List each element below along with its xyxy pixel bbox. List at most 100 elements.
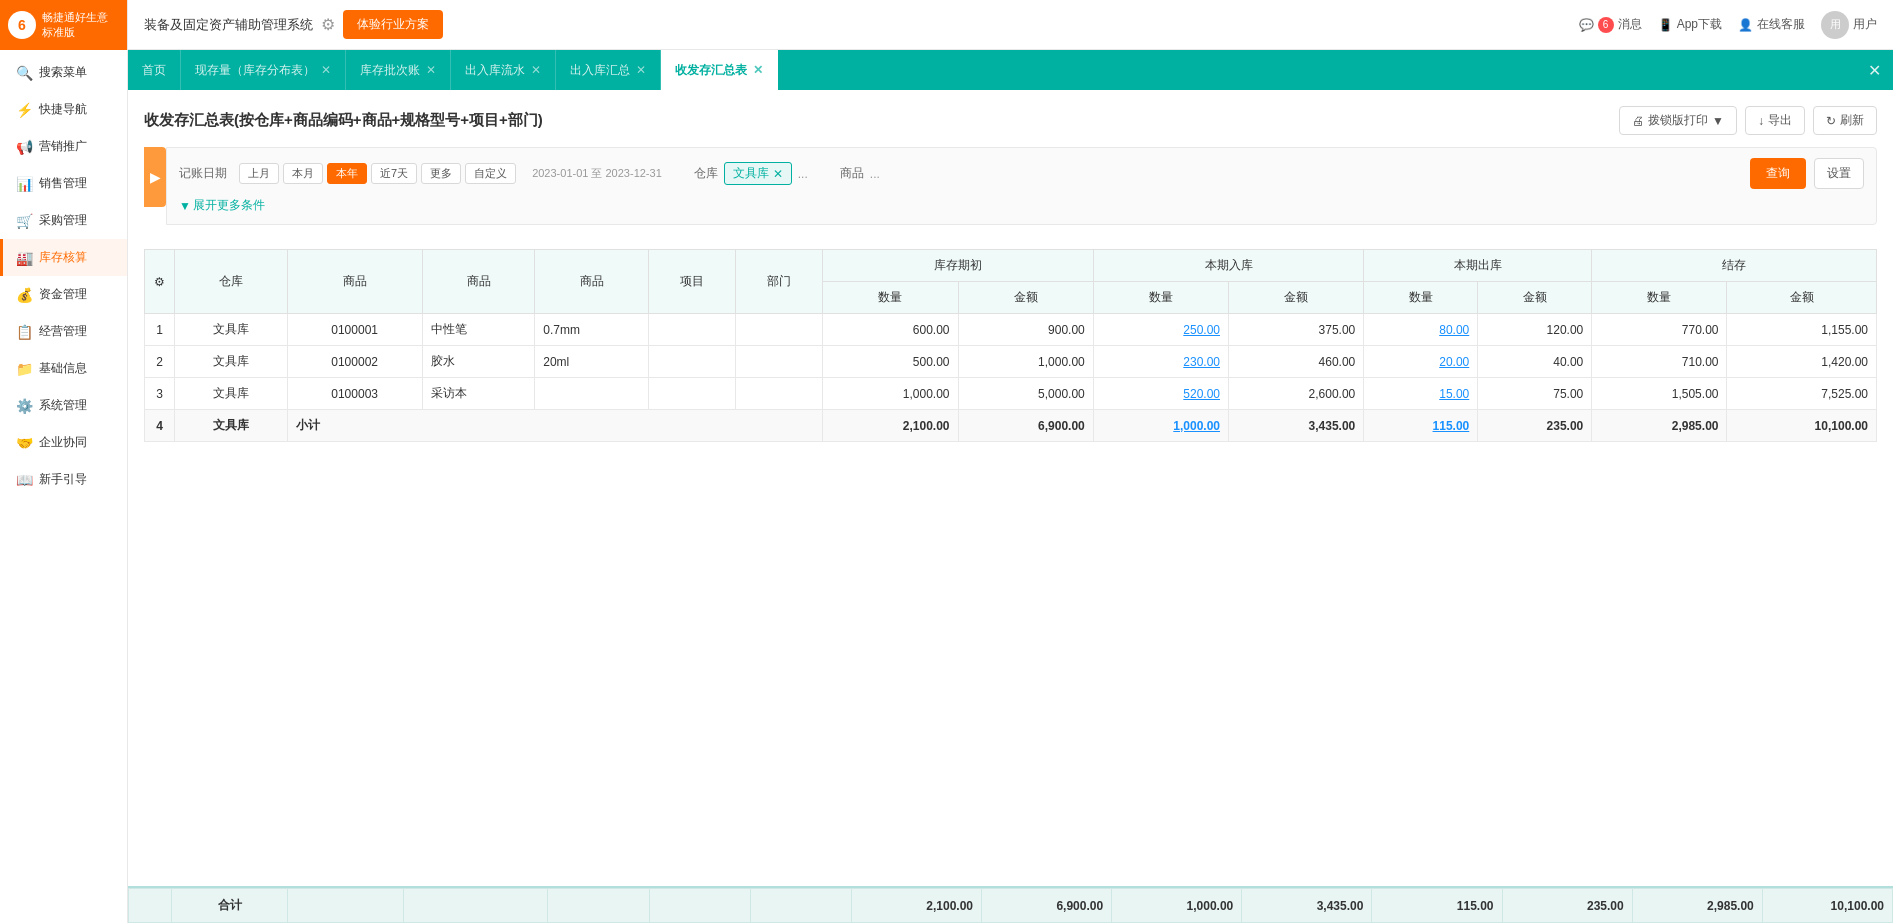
page-header: 收发存汇总表(按仓库+商品编码+商品+规格型号+项目+部门) 🖨 拨锁版打印 ▼… bbox=[144, 106, 1877, 135]
date-btn-更多[interactable]: 更多 bbox=[421, 163, 461, 184]
sidebar-item-inventory[interactable]: 🏭库存核算 bbox=[0, 239, 127, 276]
footer-in-qty: 1,000.00 bbox=[1112, 889, 1242, 923]
query-button[interactable]: 查询 bbox=[1750, 158, 1806, 189]
out-qty-link[interactable]: 20.00 bbox=[1439, 355, 1469, 369]
row-in-amt: 460.00 bbox=[1229, 346, 1364, 378]
tabbar: 首页现存量（库存分布表） ✕库存批次账 ✕出入库流水 ✕出入库汇总 ✕收发存汇总… bbox=[128, 50, 1893, 90]
sidebar-item-search[interactable]: 🔍搜索菜单 bbox=[0, 54, 127, 91]
date-btn-近7天[interactable]: 近7天 bbox=[371, 163, 417, 184]
export-button[interactable]: ↓ 导出 bbox=[1745, 106, 1805, 135]
message-item[interactable]: 💬 6 消息 bbox=[1579, 16, 1642, 33]
in-qty-link[interactable]: 520.00 bbox=[1183, 387, 1220, 401]
table-settings-icon[interactable]: ⚙ bbox=[145, 250, 175, 314]
page-title: 收发存汇总表(按仓库+商品编码+商品+规格型号+项目+部门) bbox=[144, 111, 543, 130]
sidebar-item-quick[interactable]: ⚡快捷导航 bbox=[0, 91, 127, 128]
warehouse-more[interactable]: ... bbox=[798, 167, 808, 181]
tab-close-icon[interactable]: ✕ bbox=[531, 63, 541, 77]
row-in-qty: 230.00 bbox=[1093, 346, 1228, 378]
base-icon: 📁 bbox=[15, 361, 33, 377]
app-download-item[interactable]: 📱 App下载 bbox=[1658, 16, 1722, 33]
subtotal-row: 4 文具库 小计 2,100.00 6,900.00 1,000.00 3,43… bbox=[145, 410, 1877, 442]
sidebar-item-purchase[interactable]: 🛒采购管理 bbox=[0, 202, 127, 239]
system-icon: ⚙️ bbox=[15, 398, 33, 414]
topbar-right: 💬 6 消息 📱 App下载 👤 在线客服 用 用户 bbox=[1579, 11, 1877, 39]
col-in-amt: 金额 bbox=[1229, 282, 1364, 314]
col-out-amt: 金额 bbox=[1478, 282, 1592, 314]
tab-close-icon[interactable]: ✕ bbox=[753, 63, 763, 77]
tab-recv_summary[interactable]: 收发存汇总表 ✕ bbox=[661, 50, 778, 90]
sidebar-item-label: 基础信息 bbox=[39, 360, 87, 377]
row-dept bbox=[736, 314, 823, 346]
tab-inout_summary[interactable]: 出入库汇总 ✕ bbox=[556, 50, 661, 90]
date-btn-自定义[interactable]: 自定义 bbox=[465, 163, 516, 184]
trial-button[interactable]: 体验行业方案 bbox=[343, 10, 443, 39]
date-btn-本年[interactable]: 本年 bbox=[327, 163, 367, 184]
subtotal-out-qty-link[interactable]: 115.00 bbox=[1433, 419, 1470, 433]
print-label: 拨锁版打印 bbox=[1648, 112, 1708, 129]
sidebar-item-guide[interactable]: 📖新手引导 bbox=[0, 461, 127, 498]
row-out-qty: 20.00 bbox=[1364, 346, 1478, 378]
row-no: 1 bbox=[145, 314, 175, 346]
row-in-qty: 520.00 bbox=[1093, 378, 1228, 410]
print-button[interactable]: 🖨 拨锁版打印 ▼ bbox=[1619, 106, 1737, 135]
col-start-qty: 数量 bbox=[823, 282, 958, 314]
tab-home[interactable]: 首页 bbox=[128, 50, 181, 90]
out-qty-link[interactable]: 15.00 bbox=[1439, 387, 1469, 401]
row-warehouse: 文具库 bbox=[175, 314, 288, 346]
setting-button[interactable]: 设置 bbox=[1814, 158, 1864, 189]
inventory-icon: 🏭 bbox=[15, 250, 33, 266]
goods-label: 商品 bbox=[840, 165, 864, 182]
filter-row: 记账日期 上月本月本年近7天更多自定义 2023-01-01 至 2023-12… bbox=[179, 158, 1864, 189]
sidebar-nav: 🔍搜索菜单⚡快捷导航📢营销推广📊销售管理🛒采购管理🏭库存核算💰资金管理📋经营管理… bbox=[0, 50, 127, 923]
sidebar-item-enterprise[interactable]: 🤝企业协同 bbox=[0, 424, 127, 461]
tab-batch[interactable]: 库存批次账 ✕ bbox=[346, 50, 451, 90]
sidebar-item-sales[interactable]: 📊销售管理 bbox=[0, 165, 127, 202]
col-name: 商品 bbox=[422, 250, 535, 314]
date-btn-上月[interactable]: 上月 bbox=[239, 163, 279, 184]
online-service-label: 在线客服 bbox=[1757, 16, 1805, 33]
message-icon: 💬 bbox=[1579, 18, 1594, 32]
sidebar-item-marketing[interactable]: 📢营销推广 bbox=[0, 128, 127, 165]
row-name: 中性笔 bbox=[422, 314, 535, 346]
sidebar-item-finance[interactable]: 💰资金管理 bbox=[0, 276, 127, 313]
user-item[interactable]: 用 用户 bbox=[1821, 11, 1877, 39]
expand-filter-btn[interactable]: ▼ 展开更多条件 bbox=[179, 197, 1864, 214]
sidebar-item-label: 销售管理 bbox=[39, 175, 87, 192]
sidebar-item-operation[interactable]: 📋经营管理 bbox=[0, 313, 127, 350]
online-service-item[interactable]: 👤 在线客服 bbox=[1738, 16, 1805, 33]
goods-more[interactable]: ... bbox=[870, 167, 880, 181]
date-btn-本月[interactable]: 本月 bbox=[283, 163, 323, 184]
warehouse-remove-icon[interactable]: ✕ bbox=[773, 167, 783, 181]
subtotal-in-amt: 3,435.00 bbox=[1229, 410, 1364, 442]
sidebar-item-system[interactable]: ⚙️系统管理 bbox=[0, 387, 127, 424]
warehouse-filter: 仓库 文具库 ✕ ... bbox=[694, 162, 808, 185]
app-download-label: App下载 bbox=[1677, 16, 1722, 33]
row-balance-qty: 710.00 bbox=[1592, 346, 1727, 378]
row-project bbox=[649, 378, 736, 410]
tab-close-icon[interactable]: ✕ bbox=[321, 63, 331, 77]
subtotal-no: 4 bbox=[145, 410, 175, 442]
refresh-button[interactable]: ↻ 刷新 bbox=[1813, 106, 1877, 135]
tab-stock_dist[interactable]: 现存量（库存分布表） ✕ bbox=[181, 50, 346, 90]
sidebar-item-base[interactable]: 📁 基础信息 bbox=[0, 350, 127, 387]
tab-close-icon[interactable]: ✕ bbox=[636, 63, 646, 77]
in-qty-link[interactable]: 230.00 bbox=[1183, 355, 1220, 369]
footer-empty-project bbox=[649, 889, 750, 923]
out-qty-link[interactable]: 80.00 bbox=[1439, 323, 1469, 337]
tab-close-icon[interactable]: ✕ bbox=[426, 63, 436, 77]
in-qty-link[interactable]: 250.00 bbox=[1183, 323, 1220, 337]
row-spec bbox=[535, 378, 649, 410]
filter-toggle-btn[interactable]: ▶ bbox=[144, 147, 166, 207]
subtotal-label: 小计 bbox=[287, 410, 823, 442]
close-all-tabs[interactable]: ✕ bbox=[1856, 61, 1893, 80]
subtotal-in-qty-link[interactable]: 1,000.00 bbox=[1173, 419, 1220, 433]
footer-total-label: 合计 bbox=[172, 889, 288, 923]
tab-inout_flow[interactable]: 出入库流水 ✕ bbox=[451, 50, 556, 90]
sidebar-item-label: 快捷导航 bbox=[39, 101, 87, 118]
page-inner: 收发存汇总表(按仓库+商品编码+商品+规格型号+项目+部门) 🖨 拨锁版打印 ▼… bbox=[128, 90, 1893, 886]
footer-balance-qty: 2,985.00 bbox=[1632, 889, 1762, 923]
col-group-out: 本期出库 bbox=[1364, 250, 1592, 282]
sidebar: 6 畅捷通好生意 标准版 🔍搜索菜单⚡快捷导航📢营销推广📊销售管理🛒采购管理🏭库… bbox=[0, 0, 128, 923]
message-badge: 6 bbox=[1598, 17, 1614, 33]
gear-icon[interactable]: ⚙ bbox=[321, 15, 335, 34]
